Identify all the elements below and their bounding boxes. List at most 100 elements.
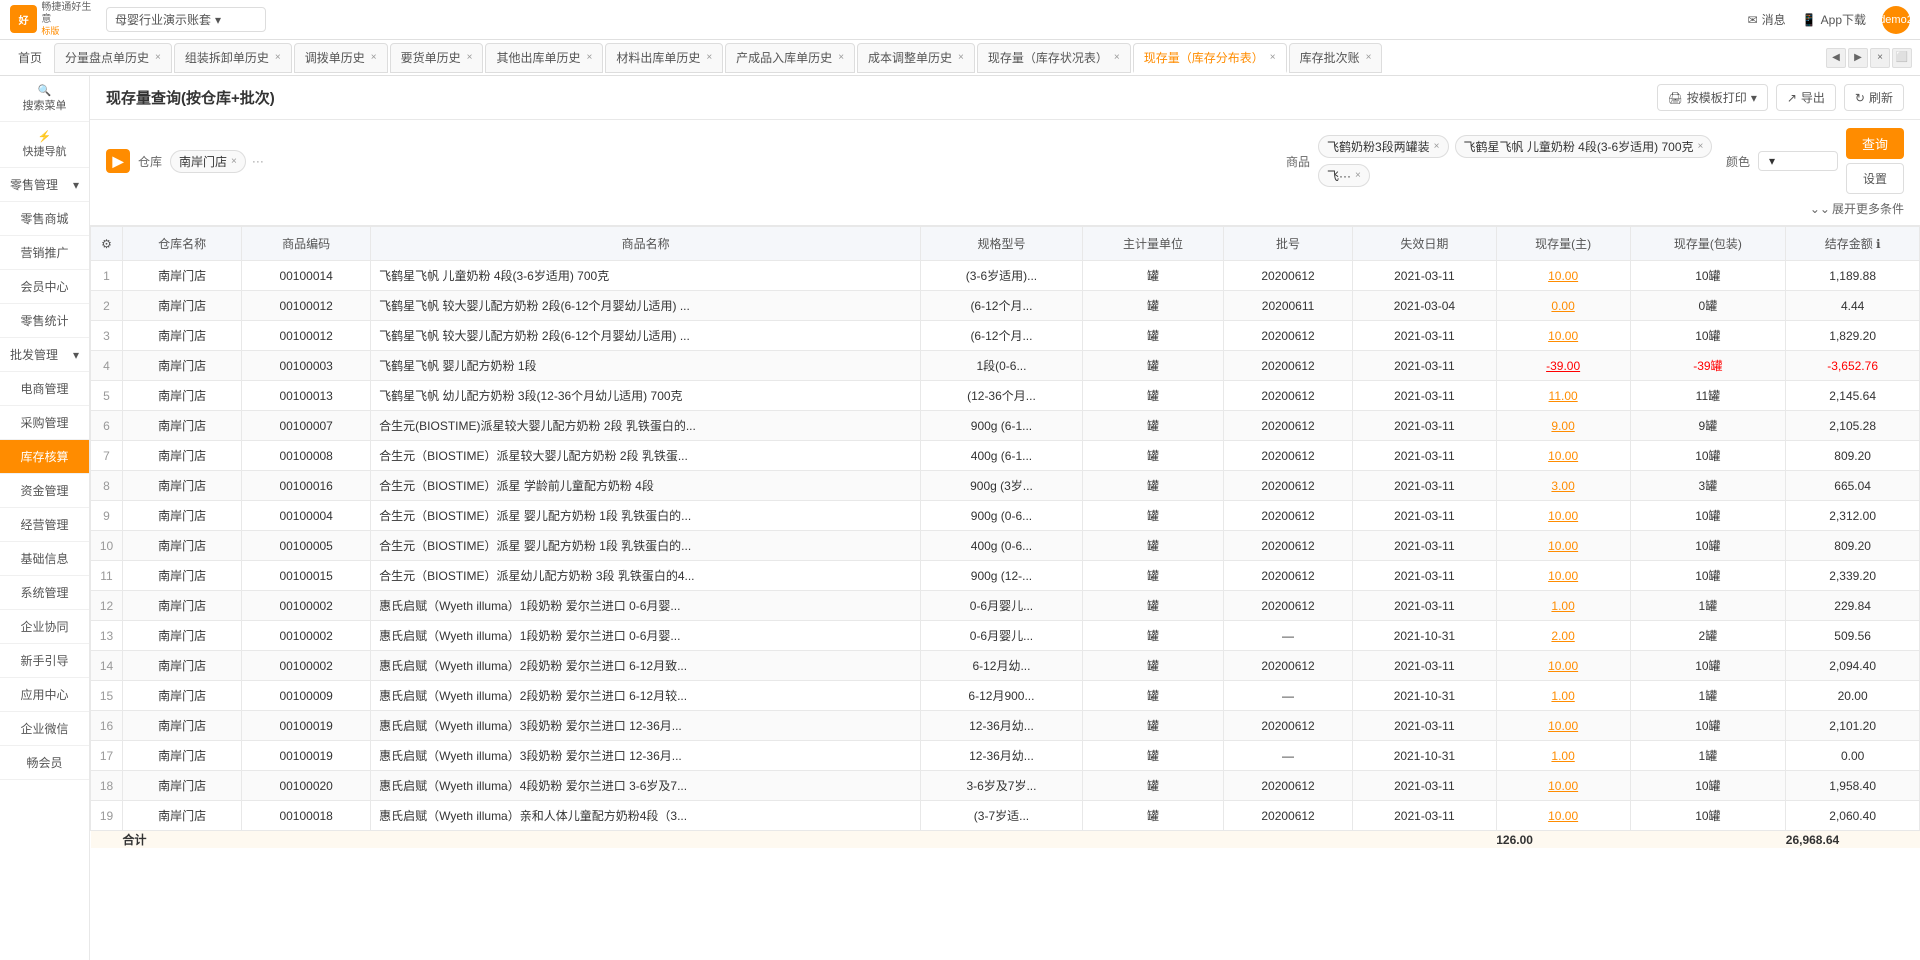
row-qty-main[interactable]: 10.00 [1496, 561, 1630, 591]
app-download-btn[interactable]: 📱 App下载 [1802, 11, 1866, 28]
col-settings[interactable]: ⚙ [91, 227, 123, 261]
tab-batch[interactable]: 库存批次账 × [1289, 43, 1383, 73]
tab-product-in[interactable]: 产成品入库单历史 × [725, 43, 855, 73]
setting-btn[interactable]: 设置 [1846, 163, 1904, 194]
row-name: 飞鹤星飞帆 较大婴儿配方奶粉 2段(6-12个月婴幼儿适用) ... [371, 321, 921, 351]
close-icon[interactable]: × [371, 52, 377, 63]
row-qty-main[interactable]: 10.00 [1496, 261, 1630, 291]
row-qty-main[interactable]: 11.00 [1496, 381, 1630, 411]
close-icon[interactable]: × [1114, 52, 1120, 63]
sidebar-item-member[interactable]: 会员中心 [0, 270, 89, 304]
tab-cost-adj[interactable]: 成本调整单历史 × [857, 43, 975, 73]
close-icon[interactable]: × [958, 52, 964, 63]
sidebar-item-corp[interactable]: 企业协同 [0, 610, 89, 644]
sidebar-search[interactable]: 🔍 搜索菜单 [0, 76, 89, 122]
row-spec: (12-36个月... [921, 381, 1083, 411]
row-name: 惠氏启赋（Wyeth illuma）2段奶粉 爱尔兰进口 6-12月致... [371, 651, 921, 681]
close-icon[interactable]: × [155, 52, 161, 63]
sidebar-item-retail-mall[interactable]: 零售商城 [0, 202, 89, 236]
tab-combo[interactable]: 组装拆卸单历史 × [174, 43, 292, 73]
sidebar-item-ecommerce[interactable]: 电商管理 [0, 372, 89, 406]
row-qty-main[interactable]: 1.00 [1496, 681, 1630, 711]
tag-close-icon[interactable]: × [1698, 141, 1704, 152]
sidebar-item-wholesale[interactable]: 批发管理 ▾ [0, 338, 89, 372]
tag-close-icon[interactable]: × [1434, 141, 1440, 152]
row-qty-main[interactable]: 10.00 [1496, 801, 1630, 831]
table-row: 1 南岸门店 00100014 飞鹤星飞帆 儿童奶粉 4段(3-6岁适用) 70… [91, 261, 1920, 291]
row-qty-main[interactable]: -39.00 [1496, 351, 1630, 381]
row-code: 00100015 [242, 561, 371, 591]
sidebar-item-vip[interactable]: 畅会员 [0, 746, 89, 780]
row-expire: 2021-03-11 [1353, 651, 1497, 681]
row-qty-main[interactable]: 10.00 [1496, 321, 1630, 351]
close-icon[interactable]: × [838, 52, 844, 63]
filter-expand-btn[interactable]: ▶ [106, 149, 130, 173]
sidebar-item-retail-stats[interactable]: 零售统计 [0, 304, 89, 338]
row-qty-pack: 1罐 [1630, 681, 1786, 711]
tab-arrows: ◀ ▶ × ⬜ [1826, 48, 1912, 68]
query-btn[interactable]: 查询 [1846, 128, 1904, 159]
refresh-btn[interactable]: ↻ 刷新 [1844, 84, 1904, 111]
row-qty-main[interactable]: 10.00 [1496, 711, 1630, 741]
warehouse-more[interactable]: ··· [252, 154, 264, 168]
sidebar-item-basic[interactable]: 基础信息 [0, 542, 89, 576]
tab-home[interactable]: 首页 [8, 49, 52, 66]
row-qty-main[interactable]: 1.00 [1496, 741, 1630, 771]
sidebar-nav[interactable]: ⚡ 快捷导航 [0, 122, 89, 168]
row-qty-main[interactable]: 3.00 [1496, 471, 1630, 501]
close-icon[interactable]: × [467, 52, 473, 63]
close-icon[interactable]: × [1366, 52, 1372, 63]
tab-transfer[interactable]: 调拨单历史 × [294, 43, 388, 73]
sidebar-item-purchase[interactable]: 采购管理 [0, 406, 89, 440]
sidebar-item-appstore[interactable]: 应用中心 [0, 678, 89, 712]
tab-split[interactable]: 分量盘点单历史 × [54, 43, 172, 73]
print-btn[interactable]: 🖨 按模板打印 ▾ [1657, 84, 1768, 111]
sidebar-item-finance[interactable]: 资金管理 [0, 474, 89, 508]
row-qty-main[interactable]: 9.00 [1496, 411, 1630, 441]
tab-expand-btn[interactable]: ⬜ [1892, 48, 1912, 68]
message-btn[interactable]: ✉ 消息 [1748, 11, 1786, 28]
row-qty-main[interactable]: 10.00 [1496, 771, 1630, 801]
tab-other-out[interactable]: 其他出库单历史 × [485, 43, 603, 73]
row-qty-main[interactable]: 10.00 [1496, 441, 1630, 471]
sidebar-item-guide[interactable]: 新手引导 [0, 644, 89, 678]
row-qty-main[interactable]: 10.00 [1496, 501, 1630, 531]
sidebar-item-wechat[interactable]: 企业微信 [0, 712, 89, 746]
tab-stock-dist[interactable]: 现存量（库存分布表） × [1133, 43, 1287, 73]
row-spec: 3-6岁及7岁... [921, 771, 1083, 801]
tab-req[interactable]: 要货单历史 × [390, 43, 484, 73]
row-code: 00100004 [242, 501, 371, 531]
close-icon[interactable]: × [1270, 52, 1276, 63]
row-qty-main[interactable]: 1.00 [1496, 591, 1630, 621]
sidebar-item-retail-mgmt[interactable]: 零售管理 ▾ [0, 168, 89, 202]
tab-next-btn[interactable]: ▶ [1848, 48, 1868, 68]
row-qty-main[interactable]: 0.00 [1496, 291, 1630, 321]
expand-more-btn[interactable]: ⌄⌄ 展开更多条件 [1810, 200, 1904, 217]
row-expire: 2021-10-31 [1353, 681, 1497, 711]
tag-close-icon[interactable]: × [231, 156, 237, 167]
tab-prev-btn[interactable]: ◀ [1826, 48, 1846, 68]
logo-text: 畅捷通好生意 标版 [41, 2, 100, 37]
close-icon[interactable]: × [275, 52, 281, 63]
org-selector[interactable]: 母婴行业演示账套 ▾ [106, 7, 266, 32]
close-icon[interactable]: × [706, 52, 712, 63]
tab-close-btn[interactable]: × [1870, 48, 1890, 68]
row-num: 10 [91, 531, 123, 561]
close-icon[interactable]: × [586, 52, 592, 63]
export-btn[interactable]: ↗ 导出 [1776, 84, 1836, 111]
row-qty-main[interactable]: 2.00 [1496, 621, 1630, 651]
sidebar-item-inventory[interactable]: 库存核算 [0, 440, 89, 474]
sidebar-item-marketing[interactable]: 营销推广 [0, 236, 89, 270]
sidebar-item-system[interactable]: 系统管理 [0, 576, 89, 610]
color-dropdown[interactable]: ▾ [1758, 151, 1838, 171]
user-menu[interactable]: demo2 [1882, 6, 1910, 34]
row-qty-main[interactable]: 10.00 [1496, 531, 1630, 561]
tab-material-out[interactable]: 材料出库单历史 × [605, 43, 723, 73]
row-expire: 2021-03-11 [1353, 381, 1497, 411]
row-num: 8 [91, 471, 123, 501]
tag-close-icon[interactable]: × [1355, 170, 1361, 181]
tab-stock-status[interactable]: 现存量（库存状况表） × [977, 43, 1131, 73]
row-amount: 20.00 [1786, 681, 1920, 711]
sidebar-item-ops[interactable]: 经营管理 [0, 508, 89, 542]
row-qty-main[interactable]: 10.00 [1496, 651, 1630, 681]
